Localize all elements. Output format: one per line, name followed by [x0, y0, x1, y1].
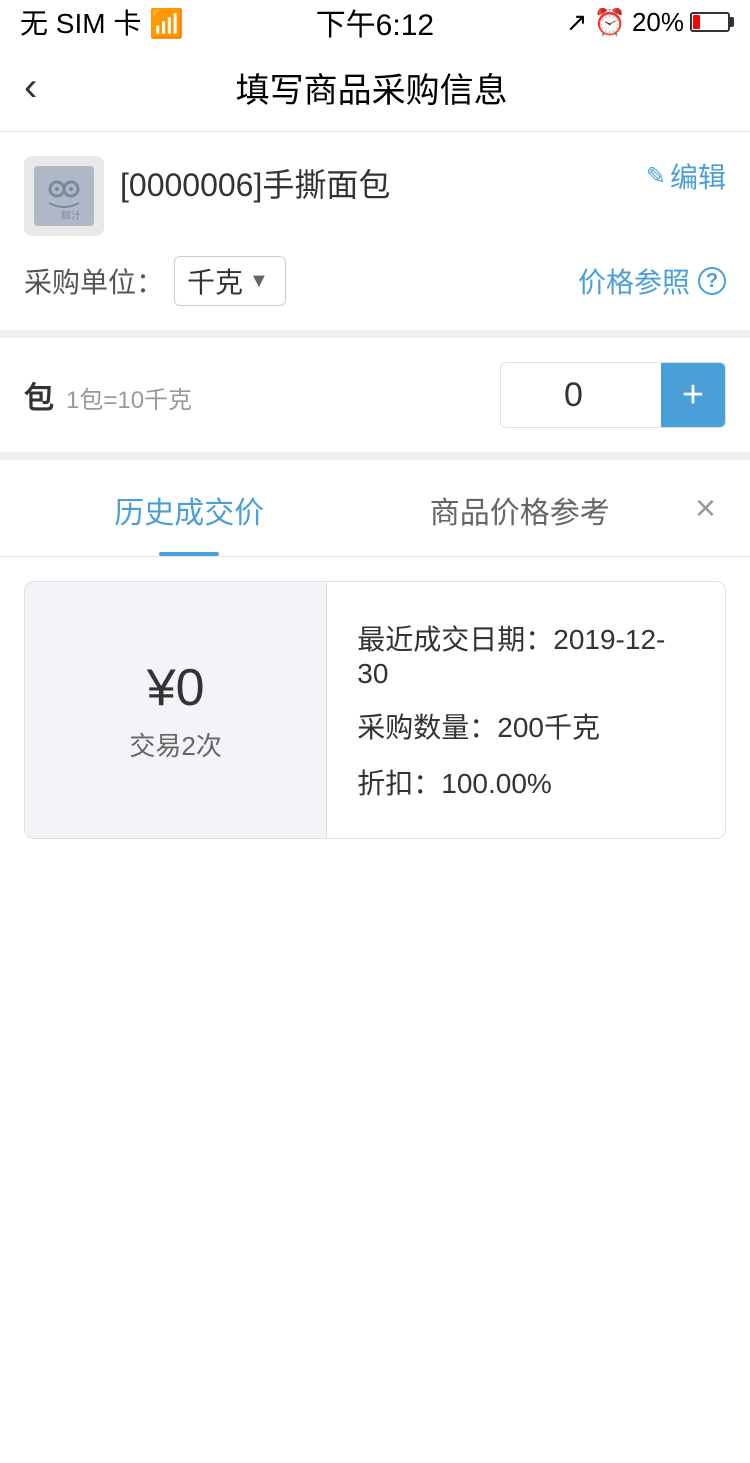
product-logo: 鲜汁 — [24, 156, 104, 236]
unit-dropdown[interactable]: 千克 ▼ — [174, 256, 286, 306]
product-card: 鲜汁 [0000006]手撕面包 ✎ 编辑 采购单位： 千克 ▼ 价格参照 ? — [0, 132, 750, 330]
history-card-left: ¥0 交易2次 — [25, 582, 327, 838]
back-button[interactable]: ‹ — [24, 65, 37, 110]
dropdown-arrow-icon: ▼ — [249, 270, 269, 293]
product-name: [0000006]手撕面包 — [120, 160, 390, 206]
discount-value: 100.00% — [441, 768, 552, 799]
quantity-value: 200千克 — [497, 712, 600, 743]
help-icon: ? — [698, 267, 726, 295]
unit-label: 采购单位： — [24, 261, 164, 301]
price-ref-label: 价格参照 — [578, 261, 690, 301]
status-left: 无 SIM 卡 📶 — [20, 2, 184, 42]
price-reference-button[interactable]: 价格参照 ? — [578, 261, 726, 301]
page-background — [0, 863, 750, 1463]
tab-close-button[interactable]: × — [685, 470, 726, 546]
quantity-label: 采购数量： — [357, 712, 497, 743]
brand-logo-icon: 鲜汁 — [39, 171, 89, 221]
product-left: 鲜汁 [0000006]手撕面包 — [24, 156, 390, 236]
tab-bar: 历史成交价 商品价格参考 × — [0, 460, 750, 557]
section-divider — [0, 330, 750, 338]
quantity-plus-button[interactable]: + — [661, 363, 725, 427]
history-card: ¥0 交易2次 最近成交日期：2019-12-30 采购数量：200千克 折扣：… — [24, 581, 726, 839]
battery-percent: 20% — [632, 7, 684, 38]
quantity-row: 包 1包=10千克 + — [0, 338, 750, 452]
history-content: ¥0 交易2次 最近成交日期：2019-12-30 采购数量：200千克 折扣：… — [0, 557, 750, 863]
status-bar: 无 SIM 卡 📶 下午6:12 ↗ ⏰ 20% — [0, 0, 750, 44]
quantity-left: 包 1包=10千克 — [24, 373, 192, 417]
latest-date-label: 最近成交日期： — [357, 624, 553, 655]
history-card-right: 最近成交日期：2019-12-30 采购数量：200千克 折扣：100.00% — [327, 582, 725, 838]
qty-conversion: 1包=10千克 — [66, 380, 192, 415]
history-discount: 折扣：100.00% — [357, 762, 695, 802]
discount-label: 折扣： — [357, 768, 441, 799]
unit-left: 采购单位： 千克 ▼ — [24, 256, 286, 306]
edit-button[interactable]: ✎ 编辑 — [646, 156, 726, 196]
tab-panel: 历史成交价 商品价格参考 × ¥0 交易2次 最近成交日期：2019-12-30… — [0, 460, 750, 863]
history-quantity: 采购数量：200千克 — [357, 706, 695, 746]
history-price: ¥0 — [147, 658, 205, 718]
battery-icon — [690, 12, 730, 32]
product-header: 鲜汁 [0000006]手撕面包 ✎ 编辑 — [24, 156, 726, 236]
edit-icon: ✎ — [646, 162, 666, 191]
location-icon: ↗ — [566, 7, 588, 38]
history-latest-date: 最近成交日期：2019-12-30 — [357, 618, 695, 690]
alarm-icon: ⏰ — [594, 7, 626, 38]
nav-bar: ‹ 填写商品采购信息 — [0, 44, 750, 132]
tab-history-price[interactable]: 历史成交价 — [24, 460, 354, 556]
svg-text:鲜汁: 鲜汁 — [61, 209, 81, 221]
qty-unit-label: 包 — [24, 373, 54, 417]
tab-product-price-ref[interactable]: 商品价格参考 — [354, 460, 684, 556]
status-right: ↗ ⏰ 20% — [566, 7, 730, 38]
quantity-input[interactable] — [501, 363, 661, 427]
edit-label: 编辑 — [670, 156, 726, 196]
page-title: 填写商品采购信息 — [57, 63, 686, 112]
quantity-input-group: + — [500, 362, 726, 428]
status-time: 下午6:12 — [316, 0, 434, 44]
history-trades: 交易2次 — [129, 726, 221, 763]
product-logo-inner: 鲜汁 — [34, 166, 94, 226]
unit-value: 千克 — [187, 261, 243, 301]
product-unit-row: 采购单位： 千克 ▼ 价格参照 ? — [24, 256, 726, 306]
